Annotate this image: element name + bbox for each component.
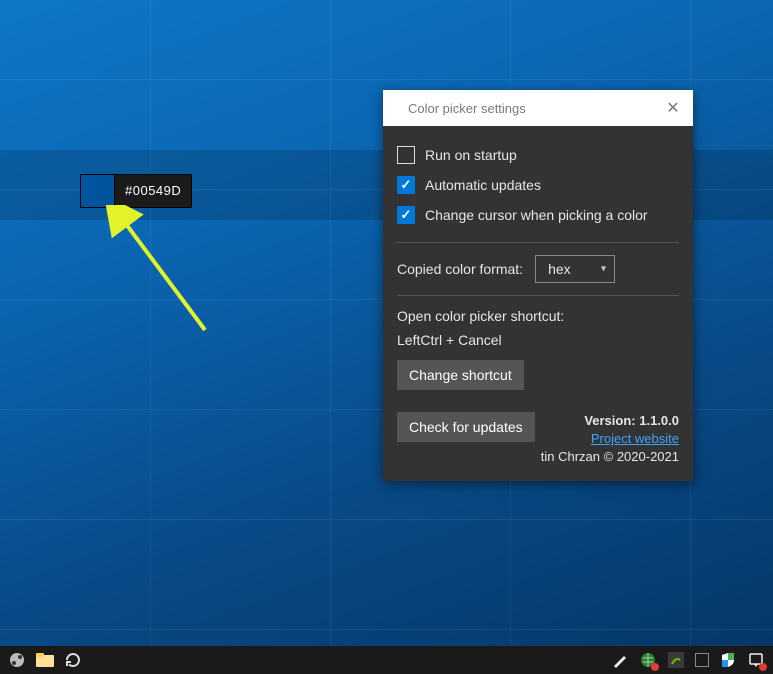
checkbox-run-on-startup-label: Run on startup [425, 147, 517, 163]
action-center-icon[interactable] [747, 651, 765, 669]
shortcut-value: LeftCtrl + Cancel [397, 332, 679, 348]
annotation-arrow [105, 205, 225, 345]
close-icon[interactable]: ✕ [663, 98, 683, 118]
checkbox-change-cursor-label: Change cursor when picking a color [425, 207, 648, 223]
explorer-icon[interactable] [36, 651, 54, 669]
dialog-title: Color picker settings [408, 101, 526, 116]
chevron-down-icon: ▾ [601, 264, 606, 275]
divider [397, 295, 679, 296]
checkbox-change-cursor-row: ✓ Change cursor when picking a color [397, 200, 679, 230]
change-shortcut-button[interactable]: Change shortcut [397, 360, 524, 390]
taskbar-left [8, 651, 82, 669]
tray-overflow-icon[interactable] [695, 653, 709, 667]
color-format-label: Copied color format: [397, 261, 523, 277]
globe-icon[interactable] [639, 651, 657, 669]
checkbox-automatic-updates[interactable]: ✓ [397, 176, 415, 194]
shortcut-label: Open color picker shortcut: [397, 308, 679, 324]
version-block: Version: 1.1.0.0 Project website tin Chr… [541, 412, 679, 467]
checkbox-automatic-updates-row: ✓ Automatic updates [397, 170, 679, 200]
version-line: Version: 1.1.0.0 [541, 412, 679, 430]
color-format-row: Copied color format: hex ▾ [397, 255, 679, 283]
checkbox-automatic-updates-label: Automatic updates [425, 177, 541, 193]
project-website-link[interactable]: Project website [591, 431, 679, 446]
color-format-value: hex [548, 261, 571, 277]
checkbox-change-cursor[interactable]: ✓ [397, 206, 415, 224]
color-swatch-preview [81, 175, 115, 207]
settings-dialog: Color picker settings ✕ Run on startup ✓… [383, 90, 693, 481]
dialog-footer: Check for updates Version: 1.1.0.0 Proje… [397, 412, 679, 467]
checkbox-run-on-startup[interactable] [397, 146, 415, 164]
checkbox-run-on-startup-row: Run on startup [397, 140, 679, 170]
refresh-icon[interactable] [64, 651, 82, 669]
divider [397, 242, 679, 243]
copyright-text: tin Chrzan © 2020-2021 [541, 448, 679, 466]
taskbar-right [611, 651, 765, 669]
shield-icon[interactable] [719, 651, 737, 669]
dialog-titlebar[interactable]: Color picker settings ✕ [383, 90, 693, 126]
color-format-select[interactable]: hex ▾ [535, 255, 615, 283]
nvidia-icon[interactable] [667, 651, 685, 669]
dialog-body: Run on startup ✓ Automatic updates ✓ Cha… [383, 126, 693, 481]
taskbar [0, 646, 773, 674]
color-swatch-hex: #00549D [115, 175, 191, 207]
pen-icon[interactable] [611, 651, 629, 669]
steam-icon[interactable] [8, 651, 26, 669]
color-swatch-tooltip: #00549D [80, 174, 192, 208]
check-for-updates-button[interactable]: Check for updates [397, 412, 535, 442]
